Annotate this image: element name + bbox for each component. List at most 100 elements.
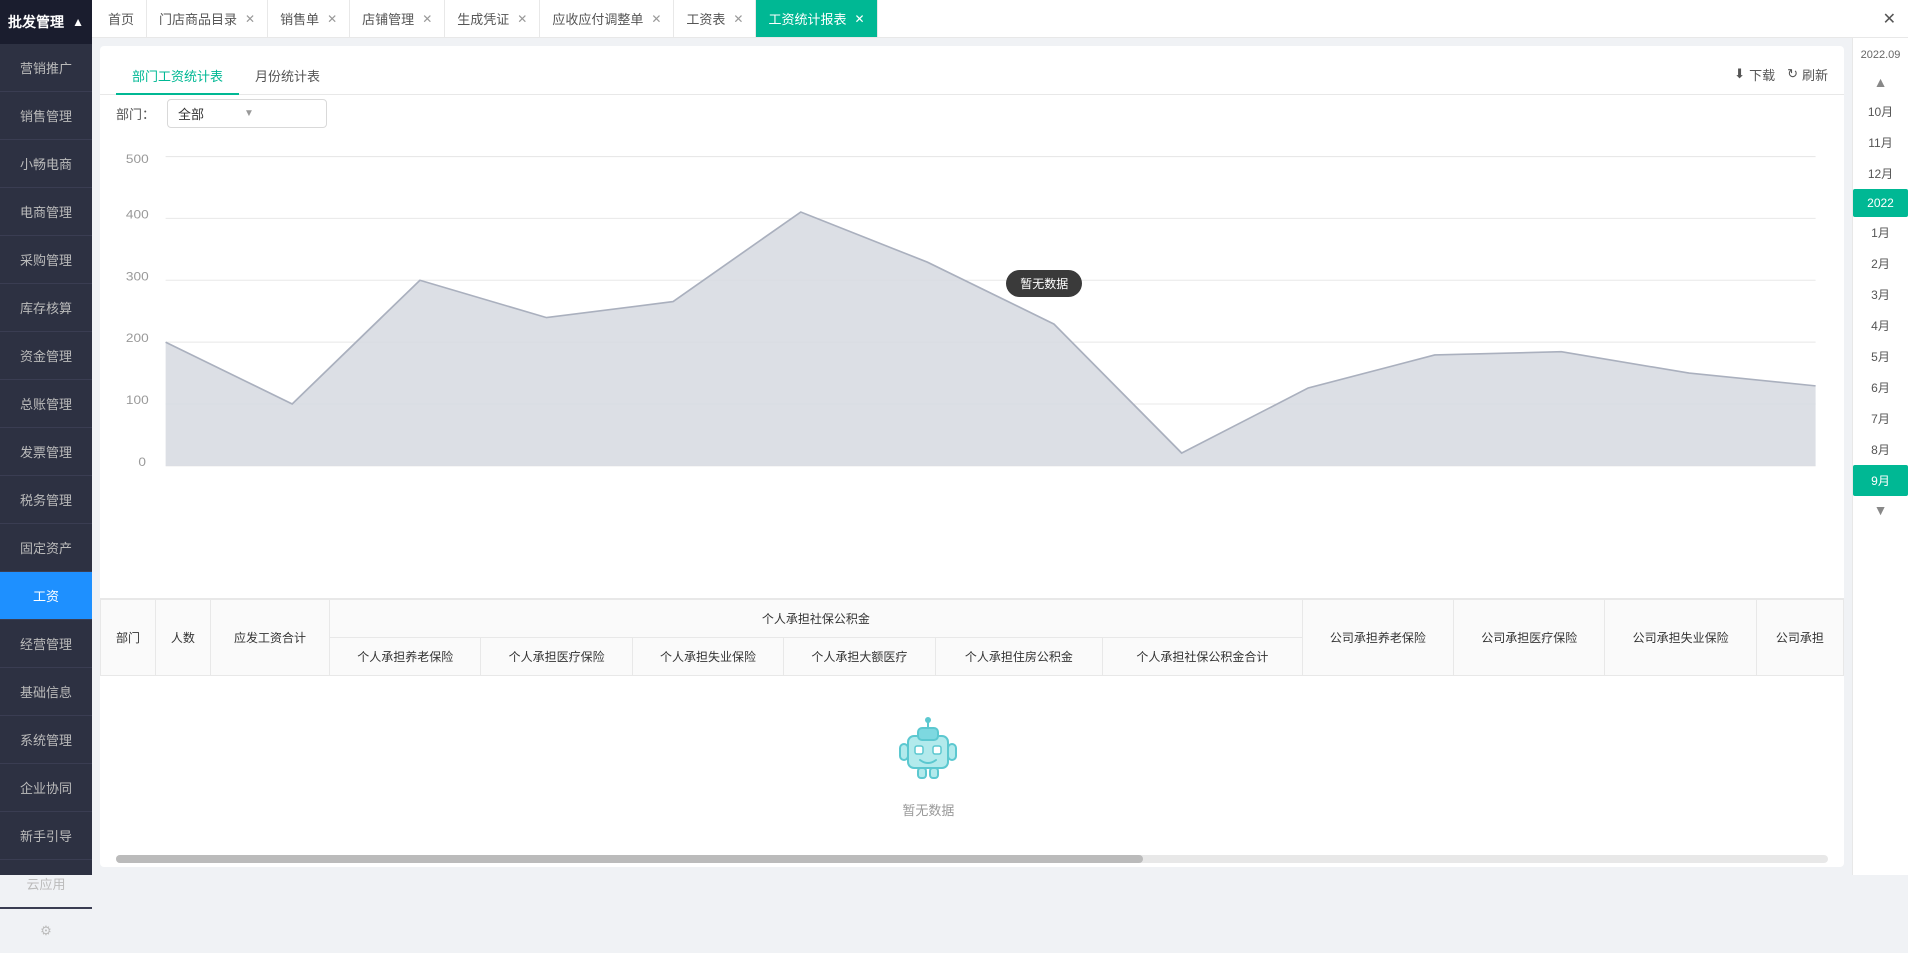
download-button[interactable]: ⬇ 下载 — [1734, 65, 1775, 84]
sidebar-item-ledger[interactable]: 总账管理 — [0, 380, 92, 428]
tab-close-sales[interactable]: ✕ — [327, 13, 337, 25]
date-panel-year[interactable]: 2022 — [1853, 189, 1908, 217]
sub-tabbar: 部门工资统计表 月份统计表 ⬇ 下载 ↻ 刷新 — [100, 46, 1844, 95]
chart-container: 0 100 200 300 400 500 — [116, 148, 1828, 468]
date-panel-nov[interactable]: 11月 — [1853, 127, 1908, 158]
date-panel-jul[interactable]: 7月 — [1853, 403, 1908, 434]
sidebar-settings[interactable]: ⚙ — [0, 908, 92, 953]
table-area: 部门 人数 应发工资合计 个人承担社保公积金 公司承担养老保险 公司承担医疗保险… — [100, 598, 1844, 851]
tab-close-payroll[interactable]: ✕ — [733, 13, 743, 25]
tab-store-catalog[interactable]: 门店商品目录 ✕ — [147, 0, 268, 38]
th-personal-pension: 个人承担养老保险 — [330, 638, 481, 676]
toolbar: ⬇ 下载 ↻ 刷新 — [1734, 65, 1828, 88]
content-area: 部门工资统计表 月份统计表 ⬇ 下载 ↻ 刷新 — [92, 38, 1908, 875]
sidebar-item-sales[interactable]: 销售管理 — [0, 92, 92, 140]
date-panel-jun[interactable]: 6月 — [1853, 372, 1908, 403]
sidebar-item-purchase[interactable]: 采购管理 — [0, 236, 92, 284]
svg-text:100: 100 — [126, 393, 149, 407]
date-panel-mar[interactable]: 3月 — [1853, 279, 1908, 310]
date-panel-feb[interactable]: 2月 — [1853, 248, 1908, 279]
sidebar-item-basic-info[interactable]: 基础信息 — [0, 668, 92, 716]
tab-close-ar-adjust[interactable]: ✕ — [651, 13, 661, 25]
th-personal-housing: 个人承担住房公积金 — [935, 638, 1102, 676]
th-personal-major-medical: 个人承担大额医疗 — [784, 638, 935, 676]
date-panel-nav-up[interactable]: ▲ — [1853, 68, 1908, 96]
chevron-down-icon: ▼ — [244, 108, 254, 119]
sub-tab-dept[interactable]: 部门工资统计表 — [116, 58, 239, 95]
tabbar: 首页 门店商品目录 ✕ 销售单 ✕ 店铺管理 ✕ 生成凭证 ✕ 应收应付调整单 … — [92, 0, 1908, 38]
svg-text:200: 200 — [126, 331, 149, 345]
download-icon: ⬇ — [1734, 66, 1745, 82]
svg-text:400: 400 — [126, 207, 149, 221]
dept-filter-label: 部门： — [116, 104, 155, 123]
sidebar-item-marketing[interactable]: 营销推广 — [0, 44, 92, 92]
chart-tooltip: 暂无数据 — [1006, 270, 1082, 297]
tab-ar-adjust[interactable]: 应收应付调整单 ✕ — [540, 0, 674, 38]
date-panel-sep[interactable]: 9月 — [1853, 465, 1908, 496]
refresh-button[interactable]: ↻ 刷新 — [1787, 65, 1828, 84]
table-scrollbar-thumb[interactable] — [116, 855, 1143, 863]
sidebar-title-label: 批发管理 — [8, 12, 64, 32]
tabbar-close-all[interactable]: ✕ — [1883, 9, 1896, 29]
tab-close-voucher[interactable]: ✕ — [517, 13, 527, 25]
tab-voucher[interactable]: 生成凭证 ✕ — [445, 0, 540, 38]
th-personal-total: 个人承担社保公积金合计 — [1103, 638, 1303, 676]
sidebar-item-tax[interactable]: 税务管理 — [0, 476, 92, 524]
empty-state: 暂无数据 — [101, 676, 1757, 851]
svg-text:0: 0 — [138, 455, 146, 468]
settings-icon: ⚙ — [40, 923, 52, 938]
th-company-medical: 公司承担医疗保险 — [1454, 600, 1605, 676]
sidebar-item-operations[interactable]: 经营管理 — [0, 620, 92, 668]
th-count: 人数 — [155, 600, 210, 676]
date-panel-jan[interactable]: 1月 — [1853, 217, 1908, 248]
svg-text:300: 300 — [126, 269, 149, 283]
sidebar-item-ecommerce[interactable]: 电商管理 — [0, 188, 92, 236]
data-table: 部门 人数 应发工资合计 个人承担社保公积金 公司承担养老保险 公司承担医疗保险… — [100, 599, 1844, 851]
sidebar-item-invoice[interactable]: 发票管理 — [0, 428, 92, 476]
empty-state-text: 暂无数据 — [902, 800, 954, 819]
th-personal-unemploy: 个人承担失业保险 — [632, 638, 783, 676]
chart-area: 0 100 200 300 400 500 — [100, 140, 1844, 598]
date-panel-may[interactable]: 5月 — [1853, 341, 1908, 372]
tab-store-mgmt[interactable]: 店铺管理 ✕ — [350, 0, 445, 38]
date-panel-nav-down[interactable]: ▼ — [1853, 496, 1908, 524]
sidebar-item-payroll[interactable]: 工资 — [0, 572, 92, 620]
date-panel-oct[interactable]: 10月 — [1853, 96, 1908, 127]
filter-row: 部门： 全部 ▼ — [100, 95, 1844, 140]
th-company-other: 公司承担 — [1756, 600, 1843, 676]
tab-close-store-mgmt[interactable]: ✕ — [422, 13, 432, 25]
tabbar-right: ✕ — [1883, 9, 1904, 29]
tab-sales[interactable]: 销售单 ✕ — [268, 0, 350, 38]
sidebar-item-system[interactable]: 系统管理 — [0, 716, 92, 764]
sidebar-item-cloud[interactable]: 云应用 — [0, 860, 92, 908]
table-scrollbar[interactable] — [116, 855, 1828, 863]
empty-icon — [888, 708, 968, 788]
tab-payroll-report[interactable]: 工资统计报表 ✕ — [756, 0, 877, 38]
th-total-wage: 应发工资合计 — [210, 600, 329, 676]
dept-select[interactable]: 全部 ▼ — [167, 99, 327, 128]
date-panel-apr[interactable]: 4月 — [1853, 310, 1908, 341]
tab-home[interactable]: 首页 — [96, 0, 147, 38]
sidebar-item-assets[interactable]: 固定资产 — [0, 524, 92, 572]
date-panel-header: 2022.09 — [1853, 42, 1908, 68]
sub-tab-month[interactable]: 月份统计表 — [239, 58, 336, 95]
sidebar-item-ecommerce-small[interactable]: 小畅电商 — [0, 140, 92, 188]
sidebar: 批发管理 ▲ 营销推广 销售管理 小畅电商 电商管理 采购管理 库存核算 资金管… — [0, 0, 92, 875]
chart-svg: 0 100 200 300 400 500 — [116, 148, 1828, 468]
sidebar-title[interactable]: 批发管理 ▲ — [0, 0, 92, 44]
sidebar-item-collab[interactable]: 企业协同 — [0, 764, 92, 812]
sidebar-item-inventory[interactable]: 库存核算 — [0, 284, 92, 332]
refresh-icon: ↻ — [1787, 66, 1798, 82]
main-area: 首页 门店商品目录 ✕ 销售单 ✕ 店铺管理 ✕ 生成凭证 ✕ 应收应付调整单 … — [92, 0, 1908, 875]
date-panel-aug[interactable]: 8月 — [1853, 434, 1908, 465]
sidebar-collapse-icon[interactable]: ▲ — [72, 15, 84, 29]
th-company-unemploy: 公司承担失业保险 — [1605, 600, 1756, 676]
sidebar-item-guide[interactable]: 新手引导 — [0, 812, 92, 860]
tab-payroll[interactable]: 工资表 ✕ — [674, 0, 756, 38]
date-panel: 2022.09 ▲ 10月 11月 12月 2022 1月 2月 3月 4月 5… — [1852, 38, 1908, 875]
tab-close-payroll-report[interactable]: ✕ — [855, 13, 865, 25]
sidebar-item-finance[interactable]: 资金管理 — [0, 332, 92, 380]
date-panel-dec[interactable]: 12月 — [1853, 158, 1908, 189]
tab-close-store-catalog[interactable]: ✕ — [245, 13, 255, 25]
th-company-pension: 公司承担养老保险 — [1302, 600, 1453, 676]
